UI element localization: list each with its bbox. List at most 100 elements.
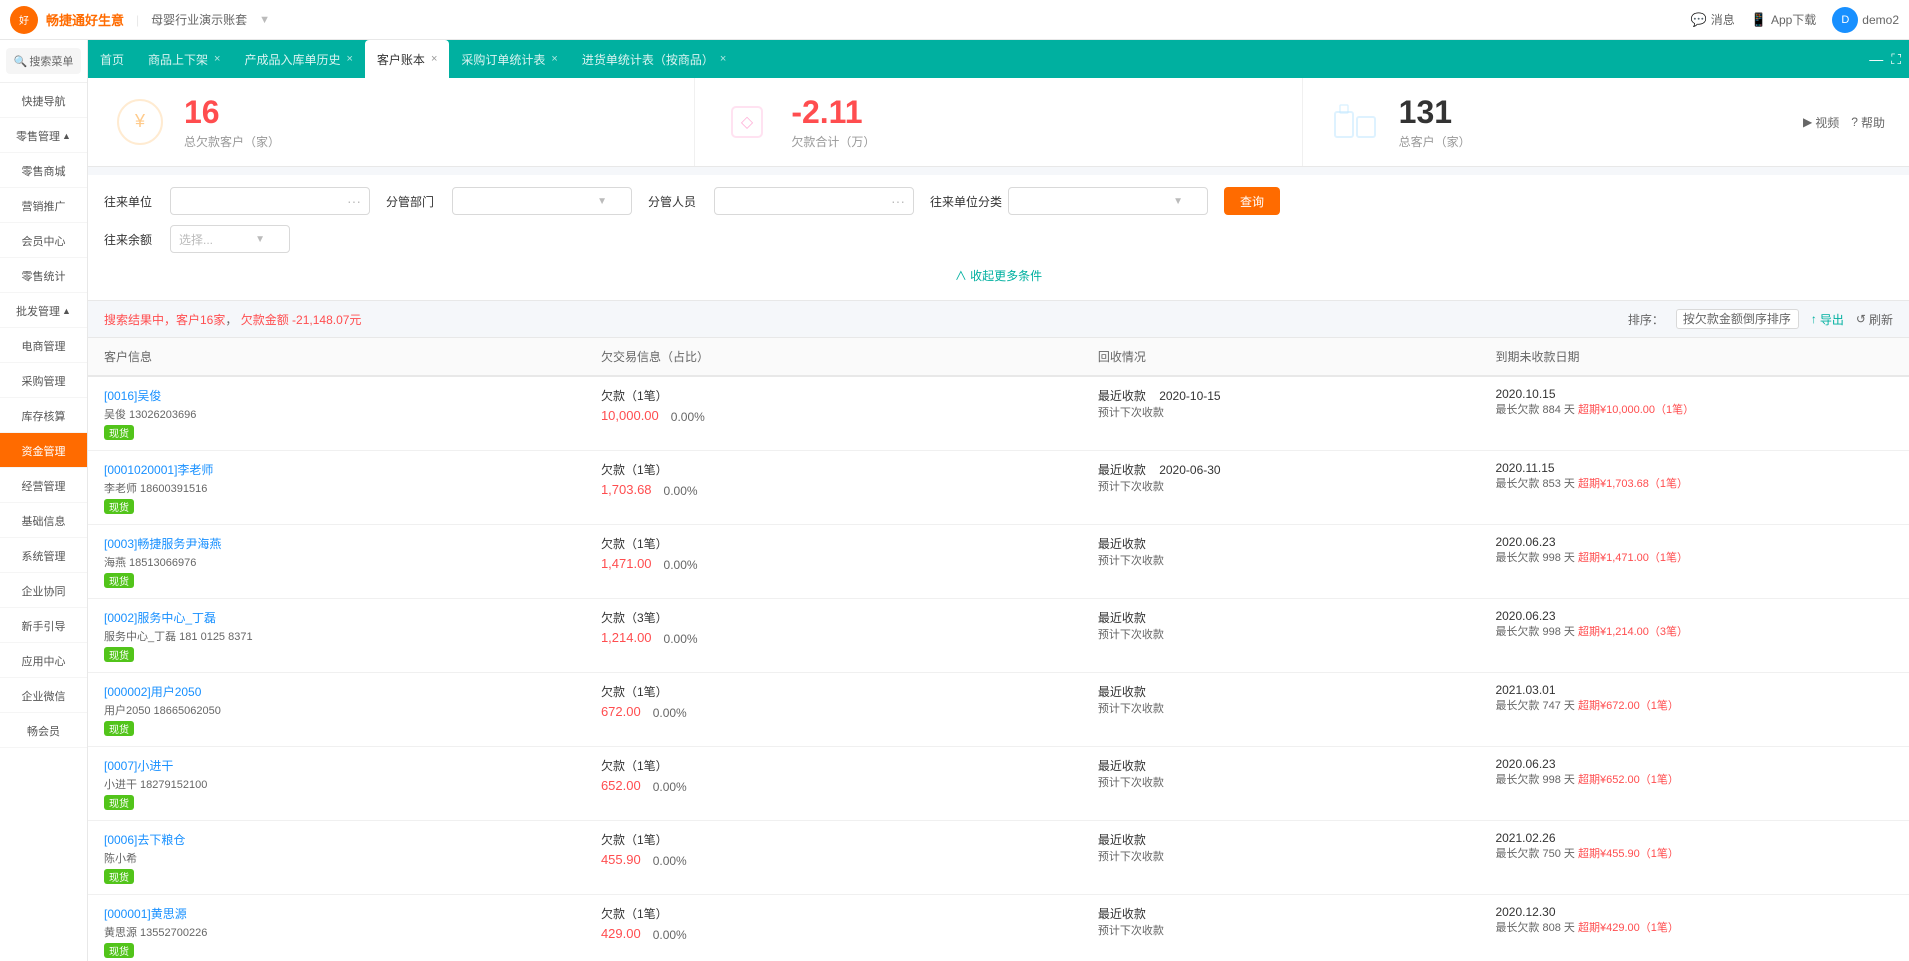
dept-chevron-icon: ▼ — [597, 196, 607, 207]
filter-area: 往来单位 ··· 分管部门 ▼ — [88, 175, 1909, 301]
customer-phone-2: 李老师 18600391516 — [104, 480, 601, 496]
col-header-owe: 欠交易信息（占比） — [601, 348, 1098, 365]
customer-name-6[interactable]: [0007]小进干 — [104, 757, 601, 774]
avatar: D — [1832, 7, 1858, 33]
help-btn[interactable]: ? 帮助 — [1851, 114, 1885, 131]
sidebar-item-guide[interactable]: 新手引导 — [0, 608, 87, 643]
stat-card-total-owed: ◇ -2.11 欠款合计（万） — [695, 78, 1302, 166]
tab-product-off[interactable]: 商品上下架 × — [136, 40, 232, 78]
sidebar-item-operations[interactable]: 经营管理 — [0, 468, 87, 503]
owe-info-6: 欠款（1笔） 652.00 0.00% — [601, 757, 1098, 794]
customer-name-2[interactable]: [0001020001]李老师 — [104, 461, 601, 478]
remaining-select[interactable]: 选择... ▼ — [170, 225, 290, 253]
message-btn[interactable]: 💬 消息 — [1691, 11, 1735, 28]
sidebar-search: 🔍 搜索菜单 — [0, 40, 87, 83]
tab-customer-account[interactable]: 客户账本 × — [365, 40, 449, 78]
overdue-link-3[interactable]: 超期¥1,471.00（1笔） — [1578, 552, 1688, 564]
stat-card2-info: -2.11 欠款合计（万） — [791, 94, 875, 150]
svg-text:¥: ¥ — [134, 111, 146, 131]
customer-info-2: [0001020001]李老师 李老师 18600391516 现货 — [104, 461, 601, 514]
tab-import-stats[interactable]: 进货单统计表（按商品） × — [570, 40, 738, 78]
stat-card3-info: 131 总客户（家） — [1399, 94, 1471, 150]
sort-select[interactable]: 按欠款金额倒序排序 — [1676, 309, 1799, 329]
export-btn[interactable]: ↑ 导出 — [1811, 311, 1844, 328]
sidebar-item-system[interactable]: 系统管理 — [0, 538, 87, 573]
video-icon: ▶ — [1803, 115, 1812, 129]
customer-tag-5: 现货 — [104, 721, 134, 736]
table-row: [0007]小进干 小进干 18279152100 现货 欠款（1笔） 652.… — [88, 747, 1909, 821]
sidebar-item-purchase[interactable]: 采购管理 — [0, 363, 87, 398]
search-button[interactable]: 查询 — [1224, 187, 1280, 215]
app-container: 好 畅捷通好生意 | 母婴行业演示账套 ▼ 💬 消息 📱 App下载 D dem… — [0, 0, 1909, 961]
tab-home[interactable]: 首页 — [88, 40, 136, 78]
tab-product-history[interactable]: 产成品入库单历史 × — [232, 40, 364, 78]
customer-name-3[interactable]: [0003]畅捷服务尹海燕 — [104, 535, 601, 552]
search-menu-button[interactable]: 🔍 搜索菜单 — [6, 48, 81, 74]
sidebar-item-enterprise[interactable]: 企业协同 — [0, 573, 87, 608]
customer-name-5[interactable]: [000002]用户2050 — [104, 683, 601, 700]
unit-class-select[interactable]: ▼ — [1008, 187, 1208, 215]
minimize-btn[interactable]: — — [1869, 51, 1883, 67]
table-header: 客户信息 欠交易信息（占比） 回收情况 到期未收款日期 — [88, 338, 1909, 377]
overdue-link-7[interactable]: 超期¥455.90（1笔） — [1578, 848, 1679, 860]
overdue-link-2[interactable]: 超期¥1,703.68（1笔） — [1578, 478, 1688, 490]
person-input[interactable]: ··· — [714, 187, 914, 215]
close-tab-product-off[interactable]: × — [214, 53, 220, 65]
overdue-link-6[interactable]: 超期¥652.00（1笔） — [1578, 774, 1679, 786]
logo-icon: 好 — [10, 6, 38, 34]
sidebar-item-vip[interactable]: 畅会员 — [0, 713, 87, 748]
customer-name-1[interactable]: [0016]吴俊 — [104, 387, 601, 404]
collapse-filters-btn[interactable]: ∧ 收起更多条件 — [104, 263, 1893, 288]
close-tab-purchase-stats[interactable]: × — [551, 53, 557, 65]
sidebar-item-inventory[interactable]: 库存核算 — [0, 398, 87, 433]
filter-dept: 分管部门 ▼ — [386, 187, 632, 215]
customer-info-8: [000001]黄思源 黄思源 13552700226 现货 — [104, 905, 601, 958]
col-header-date: 到期未收款日期 — [1495, 348, 1893, 365]
close-tab-import-stats[interactable]: × — [720, 53, 726, 65]
overdue-link-8[interactable]: 超期¥429.00（1笔） — [1578, 922, 1679, 934]
data-table: 客户信息 欠交易信息（占比） 回收情况 到期未收款日期 [0016]吴俊 吴俊 … — [88, 338, 1909, 961]
close-tab-product-history[interactable]: × — [346, 53, 352, 65]
sidebar-item-app-center[interactable]: 应用中心 — [0, 643, 87, 678]
top-bar-right: 💬 消息 📱 App下载 D demo2 — [1691, 7, 1899, 33]
dept-select[interactable]: ▼ — [452, 187, 632, 215]
tab-bar: 首页 商品上下架 × 产成品入库单历史 × 客户账本 × — [88, 40, 1909, 78]
video-btn[interactable]: ▶ 视频 — [1803, 114, 1839, 131]
owe-info-4: 欠款（3笔） 1,214.00 0.00% — [601, 609, 1098, 646]
close-tab-customer-account[interactable]: × — [431, 53, 437, 65]
sidebar-item-marketing[interactable]: 营销推广 — [0, 188, 87, 223]
results-summary: 搜索结果中，客户16家， 欠款金额 -21,148.07元 — [104, 311, 361, 328]
overdue-link-4[interactable]: 超期¥1,214.00（3笔） — [1578, 626, 1688, 638]
customer-name-4[interactable]: [0002]服务中心_丁磊 — [104, 609, 601, 626]
overdue-link-1[interactable]: 超期¥10,000.00（1笔） — [1578, 404, 1694, 416]
sidebar-item-ecommerce[interactable]: 电商管理 — [0, 328, 87, 363]
filter-dept-label: 分管部门 — [386, 193, 446, 210]
user-area[interactable]: D demo2 — [1832, 7, 1899, 33]
sidebar-item-base-info[interactable]: 基础信息 — [0, 503, 87, 538]
tab-purchase-stats[interactable]: 采购订单统计表 × — [449, 40, 569, 78]
app-download-btn[interactable]: 📱 App下载 — [1751, 11, 1817, 28]
due-info-1: 2020.10.15 最长欠款 884 天 超期¥10,000.00（1笔） — [1495, 387, 1893, 417]
overdue-link-5[interactable]: 超期¥672.00（1笔） — [1578, 700, 1679, 712]
customer-name-8[interactable]: [000001]黄思源 — [104, 905, 601, 922]
return-info-1: 最近收款 2020-10-15 预计下次收款 — [1098, 387, 1496, 420]
maximize-btn[interactable]: ⛶ — [1891, 51, 1901, 68]
sidebar-item-finance[interactable]: 资金管理 — [0, 433, 87, 468]
sidebar-item-quick-nav[interactable]: 快捷导航 — [0, 83, 87, 118]
nav-tabs-container: 首页 商品上下架 × 产成品入库单历史 × 客户账本 × — [88, 40, 1909, 78]
customer-name-7[interactable]: [0006]去下粮仓 — [104, 831, 601, 848]
return-info-6: 最近收款 预计下次收款 — [1098, 757, 1496, 790]
sidebar-item-member[interactable]: 会员中心 — [0, 223, 87, 258]
sidebar-item-batch-mgmt[interactable]: 批发管理 ▲ — [0, 293, 87, 328]
from-unit-input[interactable]: ··· — [170, 187, 370, 215]
unit-class-chevron-icon: ▼ — [1173, 196, 1183, 207]
due-info-7: 2021.02.26 最长欠款 750 天 超期¥455.90（1笔） — [1495, 831, 1893, 861]
due-info-8: 2020.12.30 最长欠款 808 天 超期¥429.00（1笔） — [1495, 905, 1893, 935]
col-header-return: 回收情况 — [1098, 348, 1496, 365]
customer-info-4: [0002]服务中心_丁磊 服务中心_丁磊 181 0125 8371 现货 — [104, 609, 601, 662]
refresh-btn[interactable]: ↺ 刷新 — [1856, 311, 1893, 328]
sidebar-item-wechat[interactable]: 企业微信 — [0, 678, 87, 713]
sidebar-item-retail-mgmt[interactable]: 零售管理 ▲ — [0, 118, 87, 153]
sidebar-item-retail-stats[interactable]: 零售统计 — [0, 258, 87, 293]
sidebar-item-retail-mall[interactable]: 零售商城 — [0, 153, 87, 188]
